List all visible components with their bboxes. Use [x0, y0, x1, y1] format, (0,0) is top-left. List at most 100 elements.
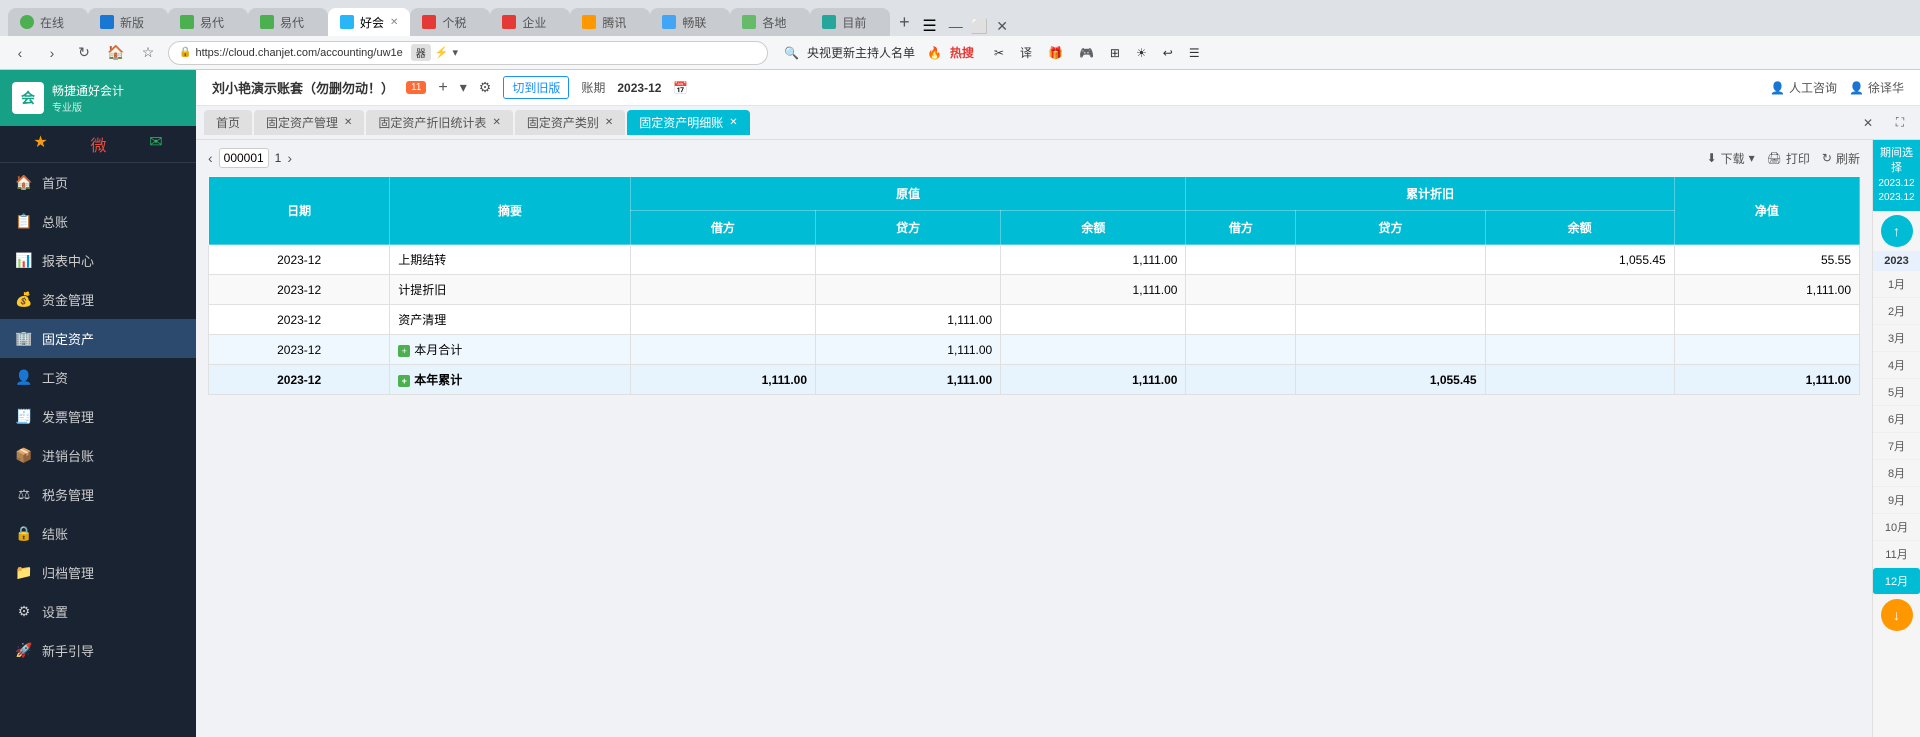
game-btn[interactable]: 🎮 — [1079, 46, 1094, 60]
next-page-btn[interactable]: › — [287, 150, 292, 166]
reload-btn[interactable]: ↻ — [72, 41, 96, 65]
tab-depreciation-stats-close[interactable]: ✕ — [492, 117, 500, 128]
browser-tab-new[interactable]: 新版 — [88, 8, 168, 36]
account-dropdown-btn[interactable]: ▾ — [460, 79, 467, 96]
grid-btn[interactable]: ⊞ — [1110, 46, 1120, 60]
cell-summary: 资产清理 — [390, 305, 631, 335]
period-month-10[interactable]: 10月 — [1873, 514, 1920, 541]
period-month-2[interactable]: 2月 — [1873, 298, 1920, 325]
sidebar-item-reports[interactable]: 📊 报表中心 — [0, 241, 196, 280]
add-account-btn[interactable]: + — [438, 79, 447, 97]
browser-tab-geshui[interactable]: 个税 — [410, 8, 490, 36]
download-btn[interactable]: ⬇ 下载 ▾ — [1707, 150, 1755, 167]
tab-fixed-assets-mgmt-close[interactable]: ✕ — [344, 117, 352, 128]
sidebar-item-invoice[interactable]: 🧾 发票管理 — [0, 397, 196, 436]
minimize-btn[interactable]: — — [949, 18, 963, 34]
sidebar-item-payroll[interactable]: 👤 工资 — [0, 358, 196, 397]
back-btn[interactable]: ‹ — [8, 41, 32, 65]
sidebar-item-fixed-assets[interactable]: 🏢 固定资产 — [0, 319, 196, 358]
home-btn[interactable]: 🏠 — [104, 41, 128, 65]
logo-icon: 会 — [12, 82, 44, 114]
scissors-btn[interactable]: ✂ — [994, 46, 1004, 60]
cell-orig-balance — [1001, 335, 1186, 365]
period-month-5[interactable]: 5月 — [1873, 379, 1920, 406]
prev-page-btn[interactable]: ‹ — [208, 150, 213, 166]
new-tab-button[interactable]: + — [890, 8, 918, 36]
tab-bar: 在线 新版 易代 易代 好会 ✕ 个税 企业 腾讯 — [0, 0, 1920, 36]
sidebar-item-inventory[interactable]: 📦 进销台账 — [0, 436, 196, 475]
period-month-4[interactable]: 4月 — [1873, 352, 1920, 379]
tab-asset-ledger[interactable]: 固定资产明细账 ✕ — [627, 110, 749, 135]
browser-tab-yidai2[interactable]: 易代 — [248, 8, 328, 36]
undo-btn[interactable]: ↩ — [1163, 46, 1173, 60]
bookmark-btn[interactable]: ☆ — [136, 41, 160, 65]
calendar-icon[interactable]: 📅 — [673, 81, 688, 95]
service-btn[interactable]: 👤 人工咨询 — [1770, 79, 1837, 96]
user-btn[interactable]: 👤 徐译华 — [1849, 79, 1904, 96]
period-month-3[interactable]: 3月 — [1873, 325, 1920, 352]
expand-btn[interactable]: ⛶ — [1888, 111, 1912, 135]
dropdown-btn[interactable]: ▾ — [452, 46, 458, 59]
cell-dep-balance — [1485, 275, 1674, 305]
sidebar-item-ledger[interactable]: 📋 总账 — [0, 202, 196, 241]
weibo-icon[interactable]: 微 — [90, 132, 106, 156]
gift-btn[interactable]: 🎁 — [1048, 46, 1063, 60]
refresh-btn[interactable]: ↻ 刷新 — [1822, 150, 1860, 167]
tab-menu-icon[interactable]: ☰ — [922, 16, 936, 36]
tab-asset-category-close[interactable]: ✕ — [605, 117, 613, 128]
star-icon[interactable]: ★ — [33, 132, 47, 156]
period-scroll-up-btn[interactable]: ↑ — [1881, 215, 1913, 247]
sidebar-item-guide[interactable]: 🚀 新手引导 — [0, 631, 196, 670]
menu-btn[interactable]: ☰ — [1189, 46, 1200, 60]
tab-asset-category[interactable]: 固定资产类别 ✕ — [515, 110, 625, 135]
sidebar-item-funds[interactable]: 💰 资金管理 — [0, 280, 196, 319]
period-month-9[interactable]: 9月 — [1873, 487, 1920, 514]
switch-version-btn[interactable]: 切到旧版 — [503, 76, 569, 99]
browser-tab-close[interactable]: ✕ — [390, 17, 398, 28]
sidebar-item-home[interactable]: 🏠 首页 — [0, 163, 196, 202]
period-month-6[interactable]: 6月 — [1873, 406, 1920, 433]
page-num-display: 1 — [275, 151, 282, 165]
tab-asset-ledger-close[interactable]: ✕ — [729, 117, 737, 128]
close-window-btn[interactable]: ✕ — [996, 18, 1008, 35]
period-month-1[interactable]: 1月 — [1873, 271, 1920, 298]
cell-dep-balance: 1,055.45 — [1485, 245, 1674, 275]
tab-fixed-assets-mgmt[interactable]: 固定资产管理 ✕ — [254, 110, 364, 135]
period-month-8[interactable]: 8月 — [1873, 460, 1920, 487]
account-name: 刘小艳演示账套（勿删勿动！） — [212, 78, 394, 97]
browser-tab-tengxun[interactable]: 腾讯 — [570, 8, 650, 36]
period-month-12[interactable]: 12月 — [1873, 568, 1920, 595]
account-settings-btn[interactable]: ⚙ — [479, 79, 492, 96]
browser-tab-qiye[interactable]: 企业 — [490, 8, 570, 36]
period-month-11[interactable]: 11月 — [1873, 541, 1920, 568]
forward-btn[interactable]: › — [40, 41, 64, 65]
table-row: 2023-12 资产清理 1,111.00 — [209, 305, 1860, 335]
sidebar-item-tax[interactable]: ⚖ 税务管理 — [0, 475, 196, 514]
browser-tab-online[interactable]: 在线 — [8, 8, 88, 36]
browser-tab-chang[interactable]: 畅联 — [650, 8, 730, 36]
sidebar-item-close[interactable]: 🔒 结账 — [0, 514, 196, 553]
tab-depreciation-stats[interactable]: 固定资产折旧统计表 ✕ — [366, 110, 512, 135]
print-btn[interactable]: 🖨 打印 — [1767, 150, 1810, 167]
sun-btn[interactable]: ☀ — [1136, 46, 1147, 60]
page-number-input[interactable] — [219, 148, 269, 168]
address-bar[interactable]: 🔒 https://cloud.chanjet.com/accounting/u… — [168, 41, 768, 65]
period-month-7[interactable]: 7月 — [1873, 433, 1920, 460]
browser-tab-yidai1[interactable]: 易代 — [168, 8, 248, 36]
browser-tab-muqian[interactable]: 目前 — [810, 8, 890, 36]
browser-toolbar: ‹ › ↻ 🏠 ☆ 🔒 https://cloud.chanjet.com/ac… — [0, 36, 1920, 70]
sidebar-item-settings[interactable]: ⚙ 设置 — [0, 592, 196, 631]
browser-tab-haokuai[interactable]: 好会 ✕ — [328, 8, 410, 36]
restore-btn[interactable]: ⬜ — [971, 18, 988, 35]
cell-orig-debit — [630, 305, 815, 335]
browser-tab-gedi[interactable]: 各地 — [730, 8, 810, 36]
sidebar-item-archive[interactable]: 📁 归档管理 — [0, 553, 196, 592]
cell-dep-credit — [1296, 305, 1485, 335]
period-scroll-down-btn[interactable]: ↓ — [1881, 599, 1913, 631]
tab-home[interactable]: 首页 — [204, 110, 252, 135]
mail-icon[interactable]: ✉ — [149, 132, 162, 156]
cell-orig-debit: 1,111.00 — [630, 365, 815, 395]
th-dep-credit: 贷方 — [1296, 211, 1485, 245]
translate-btn[interactable]: 译 — [1020, 44, 1032, 61]
close-all-tabs-btn[interactable]: ✕ — [1856, 111, 1880, 135]
